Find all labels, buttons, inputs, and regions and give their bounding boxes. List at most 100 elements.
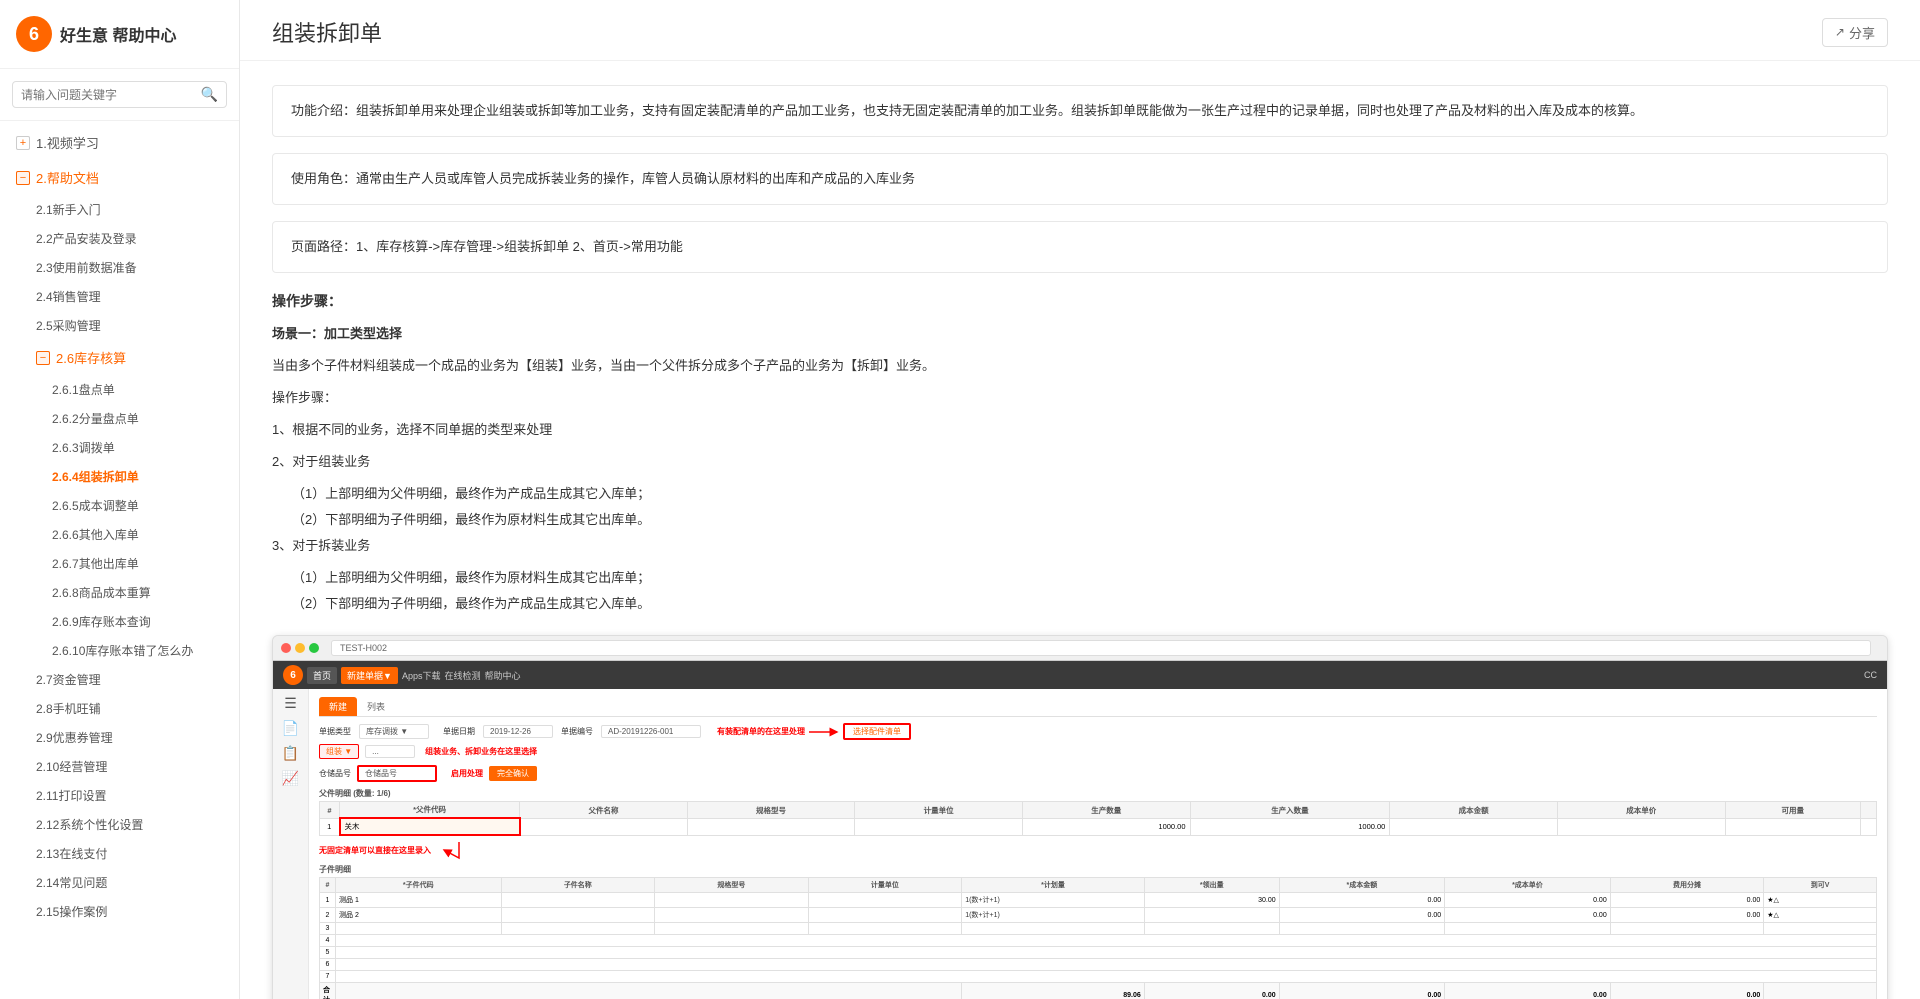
- screenshot-lth-action: 到可V: [1764, 878, 1877, 893]
- screenshot-date-value: 2019-12-26: [483, 725, 553, 738]
- sidebar-item-management[interactable]: 2.10经营管理: [0, 752, 239, 781]
- screenshot-upper-cell-unit: [855, 818, 1023, 835]
- intro-role-block: 使用角色：通常由生产人员或库管人员完成拆装业务的操作，库管人员确认原材料的出库和…: [272, 153, 1888, 205]
- screenshot-lower-table-label: 子件明细: [319, 864, 1877, 875]
- screenshot-nav-check[interactable]: 在线检测: [444, 669, 480, 682]
- sidebar-item-transfer[interactable]: 2.6.3调拨单: [0, 433, 239, 462]
- screenshot-lth-name: 子件名称: [501, 878, 655, 893]
- sidebar-item-assembly[interactable]: 2.6.4组装拆卸单: [0, 462, 239, 491]
- intro-feature-block: 功能介绍：组装拆卸单用来处理企业组装或拆卸等加工业务，支持有固定装配清单的产品加…: [272, 85, 1888, 137]
- sidebar-item-stocktake[interactable]: 2.6.1盘点单: [0, 375, 239, 404]
- sidebar-item-inventory[interactable]: − 2.6库存核算: [0, 340, 239, 375]
- sidebar-item-install[interactable]: 2.2产品安装及登录: [0, 224, 239, 253]
- screenshot-lrow1-out: 30.00: [1144, 893, 1279, 908]
- content-area: 功能介绍：组装拆卸单用来处理企业组装或拆卸等加工业务，支持有固定装配清单的产品加…: [240, 61, 1920, 999]
- screenshot-nav-user[interactable]: CC: [1864, 670, 1877, 680]
- screenshot-url-bar: TEST-H002: [331, 640, 1871, 656]
- screenshot-nav-helpcenter[interactable]: 帮助中心: [484, 669, 520, 682]
- steps-title: 操作步骤：: [272, 291, 1888, 311]
- screenshot-icon-1: ☰: [284, 695, 297, 712]
- sidebar-item-other-out[interactable]: 2.6.7其他出库单: [0, 549, 239, 578]
- screenshot-table-upper-label: 父件明细 (数量: 1/6): [319, 788, 1877, 799]
- sidebar-item-data-prep[interactable]: 2.3使用前数据准备: [0, 253, 239, 282]
- screenshot-th-unit-cost: 成本单价: [1557, 802, 1725, 819]
- sidebar-item-other-in[interactable]: 2.6.6其他入库单: [0, 520, 239, 549]
- screenshot-nav-apps[interactable]: Apps下载: [402, 669, 441, 682]
- screenshot-lrow1-alloc: 0.00: [1610, 893, 1764, 908]
- sidebar-item-mobile[interactable]: 2.8手机旺铺: [0, 694, 239, 723]
- screenshot-icon-2: 📄: [282, 720, 299, 737]
- screenshot-annotation1-area: 有装配清单的在这里处理 选择配件清单: [717, 723, 911, 740]
- screenshot-type-highlighted[interactable]: 组装 ▼: [319, 744, 359, 759]
- screenshot-lrow2-cost: 0.00: [1279, 908, 1445, 923]
- screenshot-lrow6-num: 6: [320, 959, 336, 971]
- screenshot-nav-home[interactable]: 首页: [307, 667, 337, 684]
- screenshot-nav-logo: 6: [283, 665, 303, 685]
- screenshot-navbar: 6 首页 新建单据▼ Apps下载 在线检测 帮助中心 CC: [273, 661, 1887, 689]
- sidebar-label-help: 2.帮助文档: [36, 168, 99, 187]
- screenshot-lower-row-2: 2 测品 2 1(数+计+1) 0.00 0.00 0.00 ★△: [320, 908, 1877, 923]
- screenshot-subtype: ...: [365, 745, 415, 758]
- screenshot-footer-alloc: 0.00: [1610, 983, 1764, 999]
- sidebar-item-pay[interactable]: 2.13在线支付: [0, 839, 239, 868]
- sidebar-item-inventory-book[interactable]: 2.6.9库存账本查询: [0, 607, 239, 636]
- screenshot-upper-cell-prodin: 1000.00: [1190, 818, 1390, 835]
- screenshot-th-code: *父件代码: [340, 802, 520, 819]
- sidebar-item-faq[interactable]: 2.14常见问题: [0, 868, 239, 897]
- screenshot-icon-3: 📋: [282, 745, 299, 762]
- sidebar-item-video[interactable]: + 1.视频学习: [0, 125, 239, 160]
- screenshot-type-select[interactable]: 库存调拨 ▼: [359, 724, 429, 739]
- screenshot-upper-cell-code[interactable]: 关木: [340, 818, 520, 835]
- search-input[interactable]: [21, 88, 201, 102]
- sidebar-item-print[interactable]: 2.11打印设置: [0, 781, 239, 810]
- screenshot-lrow5-rest: [336, 947, 1877, 959]
- sidebar-item-partial-stocktake[interactable]: 2.6.2分量盘点单: [0, 404, 239, 433]
- sidebar-item-personalize[interactable]: 2.12系统个性化设置: [0, 810, 239, 839]
- screenshot-nav-new[interactable]: 新建单据▼: [341, 667, 398, 684]
- inventory-collapse-icon: −: [36, 351, 50, 365]
- screenshot-confirm-btn[interactable]: 完全确认: [489, 766, 537, 781]
- screenshot-upper-cell-spec: [687, 818, 855, 835]
- screenshot-lrow1-unitcost: 0.00: [1445, 893, 1611, 908]
- sidebar-item-cases[interactable]: 2.15操作案例: [0, 897, 239, 926]
- screenshot-upper-cell-costamt: [1390, 818, 1558, 835]
- intro-path-text: 页面路径：1、库存核算->库存管理->组装拆卸单 2、首页->常用功能: [291, 239, 683, 254]
- logo-text: 好生意 帮助中心: [60, 22, 176, 46]
- screenshot-tab-new[interactable]: 新建: [319, 697, 357, 716]
- screenshot-annotation1-btn[interactable]: 选择配件清单: [843, 723, 911, 740]
- nav-section-1: + 1.视频学习 − 2.帮助文档 2.1新手入门 2.2产品安装及登录 2.3…: [0, 121, 239, 930]
- screenshot-upper-table: # *父件代码 父件名称 规格型号 计量单位 生产数量 生产入数量 成本金额 成…: [319, 801, 1877, 836]
- sidebar-item-capital[interactable]: 2.7资金管理: [0, 665, 239, 694]
- sidebar-item-sales[interactable]: 2.4销售管理: [0, 282, 239, 311]
- screenshot-lrow5-num: 5: [320, 947, 336, 959]
- share-button[interactable]: ↗ 分享: [1822, 18, 1888, 47]
- screenshot-tab-list[interactable]: 列表: [357, 697, 395, 716]
- screenshot-warehouse-input[interactable]: 仓储品号: [357, 765, 437, 782]
- screenshot-lrow3-c3: [808, 923, 962, 935]
- search-icon[interactable]: 🔍: [201, 86, 218, 103]
- sidebar-item-inventory-error[interactable]: 2.6.10库存账本错了怎么办: [0, 636, 239, 665]
- screenshot-lth-num: #: [320, 878, 336, 893]
- search-box: 🔍: [12, 81, 227, 108]
- screenshot-lrow2-name: [501, 908, 655, 923]
- screenshot-lower-row-4: 4: [320, 935, 1877, 947]
- scene1-step2-sub2: （2）下部明细为子件明细，最终作为原材料生成其它出库单。: [292, 507, 1888, 533]
- scene1-steps-title: 操作步骤：: [272, 385, 1888, 411]
- logo-icon: 6: [16, 16, 52, 52]
- sidebar-item-newcomer[interactable]: 2.1新手入门: [0, 195, 239, 224]
- screenshot-lower-row-6: 6: [320, 959, 1877, 971]
- main-content: 组装拆卸单 ↗ 分享 功能介绍：组装拆卸单用来处理企业组装或拆卸等加工业务，支持…: [240, 0, 1920, 999]
- screenshot-container: TEST-H002 6 首页 新建单据▼ Apps下载 在线检测 帮助中心 CC…: [272, 635, 1888, 999]
- sidebar-item-purchase[interactable]: 2.5采购管理: [0, 311, 239, 340]
- screenshot-annotation1-arrow: [809, 726, 839, 738]
- screenshot-footer-ucost: 0.00: [1445, 983, 1611, 999]
- screenshot-icon-sidebar: ☰ 📄 📋 📈: [273, 689, 309, 999]
- screenshot-lrow1-spec: [655, 893, 809, 908]
- sidebar-item-cost-adjust[interactable]: 2.6.5成本调整单: [0, 491, 239, 520]
- sidebar-item-cost-recalc[interactable]: 2.6.8商品成本重算: [0, 578, 239, 607]
- sidebar-item-help[interactable]: − 2.帮助文档: [0, 160, 239, 195]
- screenshot-lower-row-1: 1 测品 1 1(数+计+1) 30.00 0.00 0.00 0.00: [320, 893, 1877, 908]
- sidebar-item-coupon[interactable]: 2.9优惠券管理: [0, 723, 239, 752]
- screenshot-th-prod-in: 生产入数量: [1190, 802, 1390, 819]
- screenshot-upper-cell-name: [520, 818, 688, 835]
